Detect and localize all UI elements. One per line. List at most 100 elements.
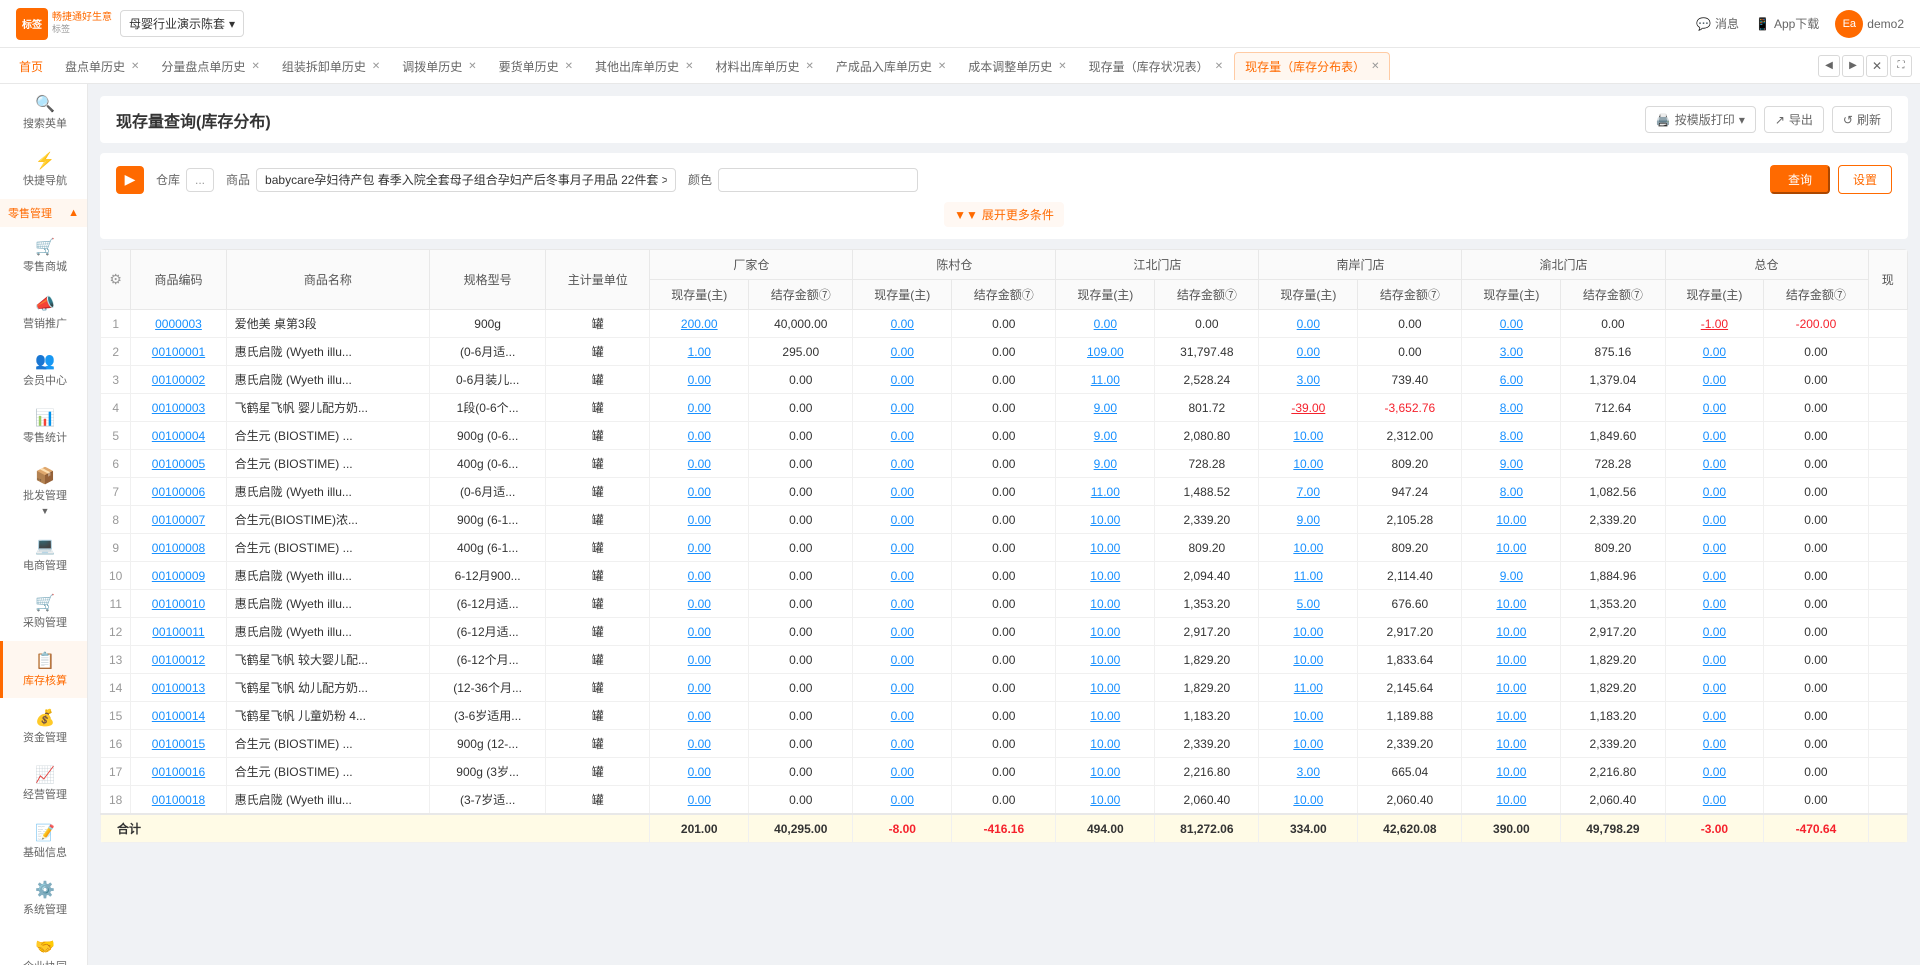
tab-purchase-order[interactable]: 要货单历史 ✕: [488, 52, 584, 80]
close-icon[interactable]: ✕: [1371, 61, 1379, 72]
product-code: 00100006: [131, 478, 226, 506]
product-input[interactable]: [256, 168, 676, 192]
close-icon[interactable]: ✕: [251, 61, 259, 72]
sidebar-item-member-center[interactable]: 👥 会员中心: [0, 341, 87, 398]
product-code: 00100011: [131, 618, 226, 646]
tab-cost-adjust[interactable]: 成本调整单历史 ✕: [957, 52, 1077, 80]
close-icon[interactable]: ✕: [468, 61, 476, 72]
user-profile[interactable]: Ea demo2: [1835, 10, 1904, 38]
nanan-qty: 10.00: [1259, 450, 1358, 478]
sidebar-item-wholesale[interactable]: 📦 批发管理 ▼: [0, 456, 87, 526]
total-qty: 0.00: [1665, 646, 1764, 674]
tab-home[interactable]: 首页: [8, 52, 54, 80]
nanan-qty: 10.00: [1259, 534, 1358, 562]
close-icon[interactable]: ✕: [685, 61, 693, 72]
tab-branch-count[interactable]: 分量盘点单历史 ✕: [150, 52, 270, 80]
table-container: ⚙ 商品编码 商品名称 规格型号 主计量单位 厂家仓 陈村仓 江北门店 南岸门店…: [100, 249, 1908, 843]
factory-amt: 40,000.00: [749, 310, 853, 338]
nav-next-button[interactable]: ▶: [1842, 55, 1864, 77]
tab-stock-status[interactable]: 现存量（库存状况表） ✕: [1078, 52, 1234, 80]
product-name: 飞鹤星飞帆 婴儿配方奶...: [226, 394, 430, 422]
yubei-qty: 9.00: [1462, 450, 1561, 478]
product-name: 惠氏启陇 (Wyeth illu...: [226, 366, 430, 394]
table-row: 13 00100012 飞鹤星飞帆 较大婴儿配... (6-12个月... 罐 …: [101, 646, 1908, 674]
factory-qty: 0.00: [650, 646, 749, 674]
sidebar-item-purchase[interactable]: 🛒 采购管理: [0, 583, 87, 640]
jiangbei-amt: 2,528.24: [1155, 366, 1259, 394]
factory-amt: 0.00: [749, 366, 853, 394]
query-button[interactable]: 查询: [1770, 165, 1830, 194]
nav-close-all-button[interactable]: ✕: [1866, 55, 1888, 77]
row-num: 14: [101, 674, 131, 702]
na-amt-header: 结存金额⑦: [1358, 280, 1462, 310]
table-row: 17 00100016 合生元 (BIOSTIME) ... 900g (3岁.…: [101, 758, 1908, 786]
yubei-amt: 1,829.20: [1561, 674, 1665, 702]
tab-inventory-count[interactable]: 盘点单历史 ✕: [54, 52, 150, 80]
nanan-amt: 0.00: [1358, 338, 1462, 366]
color-select[interactable]: [718, 168, 918, 192]
product-name: 爱他美 桌第3段: [226, 310, 430, 338]
tab-transfer[interactable]: 调拨单历史 ✕: [391, 52, 487, 80]
close-icon[interactable]: ✕: [805, 61, 813, 72]
product-code: 00100012: [131, 646, 226, 674]
sidebar-item-marketing[interactable]: 📣 营销推广: [0, 284, 87, 341]
factory-qty: 0.00: [650, 702, 749, 730]
mobile-icon: 📱: [1755, 17, 1770, 31]
sidebar-item-retail-stats[interactable]: 📊 零售统计: [0, 398, 87, 455]
tab-other-outbound[interactable]: 其他出库单历史 ✕: [584, 52, 704, 80]
tab-product-inbound[interactable]: 产成品入库单历史 ✕: [825, 52, 957, 80]
sidebar-item-label: 批发管理: [23, 489, 67, 503]
sidebar-item-finance[interactable]: 💰 资金管理: [0, 698, 87, 755]
message-button[interactable]: 💬 消息: [1696, 15, 1739, 32]
nav-expand-button[interactable]: ⛶: [1890, 55, 1912, 77]
sidebar-item-system[interactable]: ⚙️ 系统管理: [0, 870, 87, 927]
table-row: 18 00100018 惠氏启陇 (Wyeth illu... (3-7岁适..…: [101, 786, 1908, 815]
store-selector[interactable]: 母婴行业演示陈套 ▾: [120, 10, 244, 37]
close-icon[interactable]: ✕: [938, 61, 946, 72]
tab-assemble[interactable]: 组装拆卸单历史 ✕: [271, 52, 391, 80]
sidebar-item-corp-collab[interactable]: 🤝 企业协同: [0, 927, 87, 965]
top-bar-right: 💬 消息 📱 App下载 Ea demo2: [1696, 10, 1904, 38]
total-qty: 0.00: [1665, 730, 1764, 758]
print-button[interactable]: 🖨️ 按模版打印 ▾: [1645, 106, 1756, 133]
sidebar-item-search[interactable]: 🔍 搜索英单: [0, 84, 87, 141]
total-qty: 0.00: [1665, 338, 1764, 366]
export-button[interactable]: ↗ 导出: [1764, 106, 1824, 133]
tab-stock-distribution[interactable]: 现存量（库存分布表） ✕: [1234, 52, 1390, 80]
product-unit: 罐: [546, 534, 650, 562]
sidebar-item-retail-mgmt[interactable]: 零售管理 ▲: [0, 199, 87, 227]
product-spec: 400g (6-1...: [430, 534, 546, 562]
sum-total-amt: -470.64: [1764, 814, 1868, 843]
yubei-amt: 712.64: [1561, 394, 1665, 422]
table-row: 6 00100005 合生元 (BIOSTIME) ... 400g (0-6.…: [101, 450, 1908, 478]
close-icon[interactable]: ✕: [131, 61, 139, 72]
app-download-button[interactable]: 📱 App下载: [1755, 15, 1819, 32]
factory-qty: 0.00: [650, 478, 749, 506]
expand-conditions-button[interactable]: ▼▼ 展开更多条件: [944, 202, 1064, 227]
sidebar-item-quick-nav[interactable]: ⚡ 快捷导航: [0, 141, 87, 198]
chencun-qty: 0.00: [853, 562, 952, 590]
close-icon[interactable]: ✕: [1058, 61, 1066, 72]
tab-label: 成本调整单历史: [968, 58, 1052, 75]
close-icon[interactable]: ✕: [1215, 61, 1223, 72]
sidebar-item-retail-store[interactable]: 🛒 零售商城: [0, 227, 87, 284]
refresh-button[interactable]: ↺ 刷新: [1832, 106, 1892, 133]
total-amt: 0.00: [1764, 590, 1868, 618]
factory-amt: 0.00: [749, 534, 853, 562]
sidebar-item-operation[interactable]: 📈 经营管理: [0, 755, 87, 812]
filter-toggle-arrow[interactable]: ▶: [116, 166, 144, 194]
warehouse-input[interactable]: ...: [186, 168, 214, 192]
nav-prev-button[interactable]: ◀: [1818, 55, 1840, 77]
product-name: 飞鹤星飞帆 幼儿配方奶...: [226, 674, 430, 702]
store-name: 母婴行业演示陈套: [129, 15, 225, 32]
close-icon[interactable]: ✕: [372, 61, 380, 72]
sidebar-item-inventory-check[interactable]: 📋 库存核算: [0, 641, 87, 698]
f-qty-header: 现存量(主): [650, 280, 749, 310]
close-icon[interactable]: ✕: [565, 61, 573, 72]
tab-material-outbound[interactable]: 材料出库单历史 ✕: [704, 52, 824, 80]
nav-tabs: 首页 盘点单历史 ✕ 分量盘点单历史 ✕ 组装拆卸单历史 ✕ 调拨单历史 ✕ 要…: [0, 48, 1920, 84]
sidebar-item-ecommerce[interactable]: 💻 电商管理: [0, 526, 87, 583]
settings-icon[interactable]: ⚙: [109, 271, 122, 287]
settings-button[interactable]: 设置: [1838, 165, 1892, 194]
sidebar-item-base-info[interactable]: 📝 基础信息: [0, 813, 87, 870]
